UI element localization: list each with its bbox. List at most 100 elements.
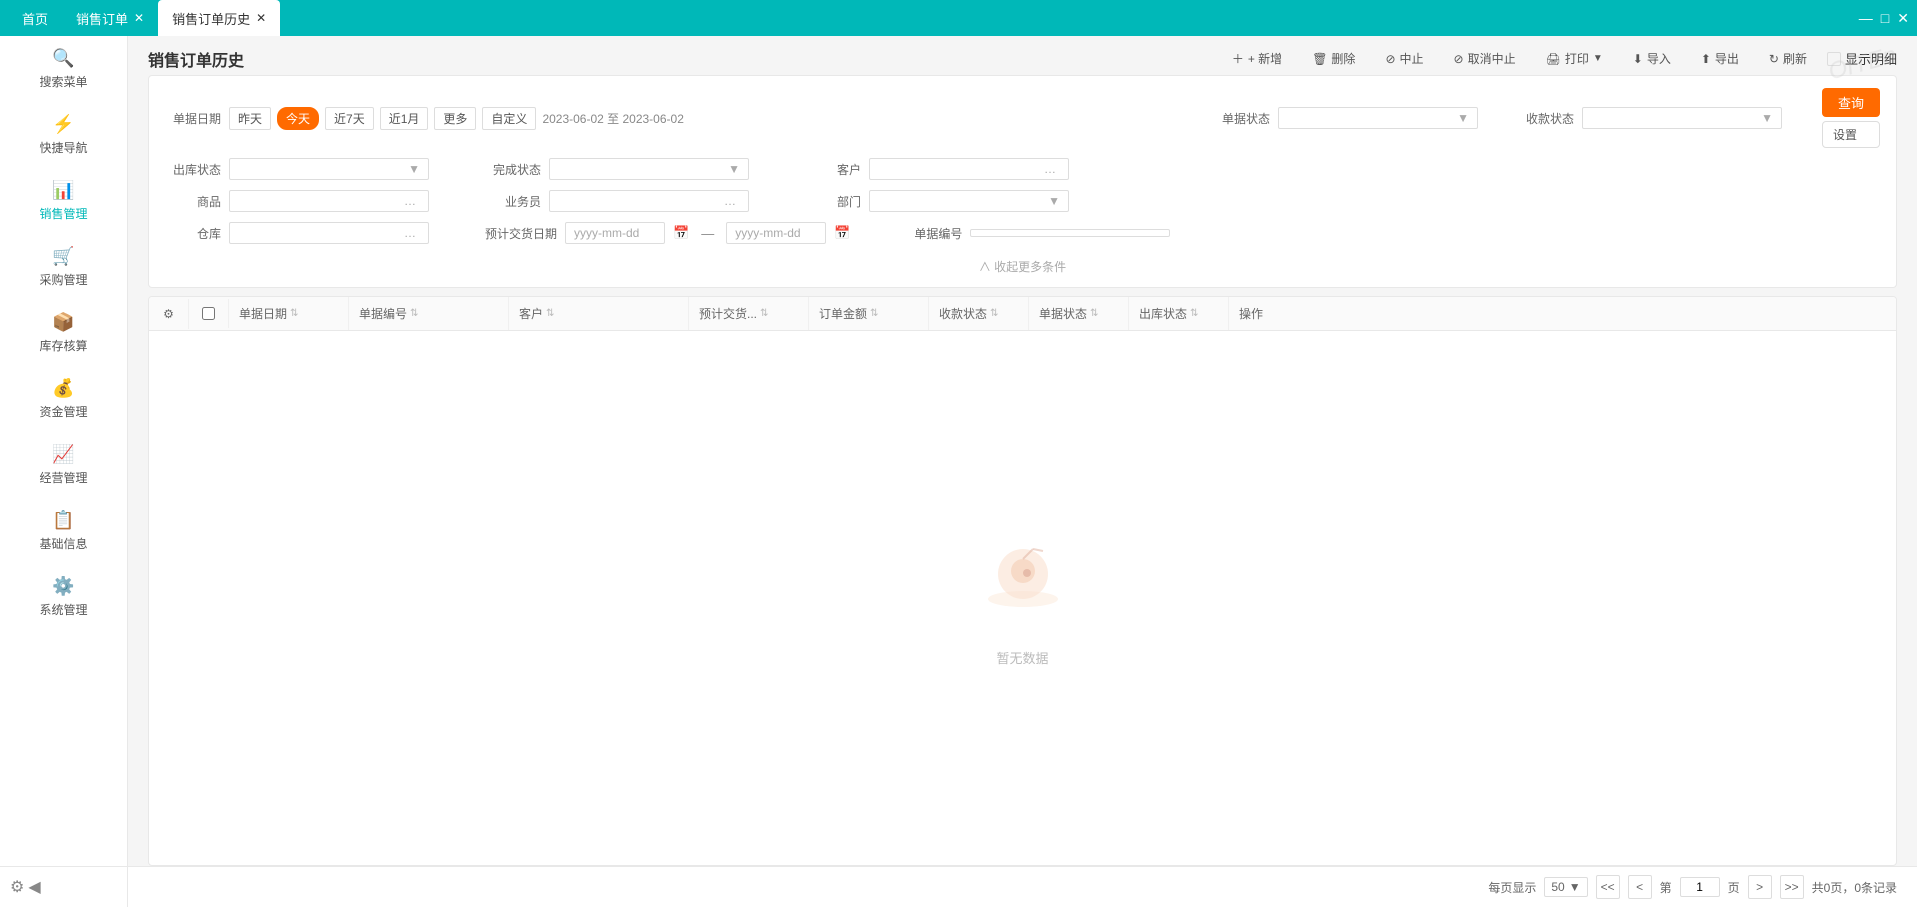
sort-delivery-icon: ⇅ (760, 308, 768, 319)
date-btn-more[interactable]: 更多 (434, 107, 476, 130)
sidebar-item-search-menu[interactable]: 🔍 搜索菜单 (0, 36, 127, 102)
select-all-checkbox[interactable] (202, 307, 215, 320)
print-button[interactable]: 🖨 打印 ▼ (1536, 46, 1613, 71)
cal-end-icon[interactable]: 📅 (834, 225, 850, 241)
prev-page-button[interactable]: < (1628, 875, 1652, 899)
th-pay-status[interactable]: 收款状态 ⇅ (929, 297, 1029, 330)
refresh-button[interactable]: ↻ 刷新 (1759, 46, 1817, 71)
delivery-date-label: 预计交货日期 (485, 225, 557, 242)
page-title: 销售订单历史 (148, 47, 244, 71)
close-tab-sales-order[interactable]: ✕ (134, 11, 144, 25)
search-menu-icon: 🔍 (52, 48, 74, 69)
filter-row-2: 出库状态 ▼ 完成状态 ▼ 客户 … (165, 158, 1880, 180)
main-layout: 🔍 搜索菜单 ⚡ 快捷导航 📊 销售管理 🛒 采购管理 📦 库存核算 💰 资金管… (0, 36, 1917, 907)
base-info-icon: 📋 (52, 510, 74, 531)
th-date[interactable]: 单据日期 ⇅ (229, 297, 349, 330)
doc-status-group: 单据状态 ▼ (1214, 107, 1478, 129)
empty-svg (973, 529, 1073, 629)
total-records-label: 共0页，0条记录 (1812, 879, 1897, 896)
sidebar-item-quick-nav[interactable]: ⚡ 快捷导航 (0, 102, 127, 168)
date-btn-today[interactable]: 今天 (277, 107, 319, 130)
doc-status-arrow-icon: ▼ (1449, 111, 1469, 125)
date-btn-7days[interactable]: 近7天 (325, 107, 374, 130)
tab-sales-order-history[interactable]: 销售订单历史 ✕ (158, 0, 280, 36)
tab-home[interactable]: 首页 (8, 0, 62, 36)
sidebar-item-sys-mgmt[interactable]: ⚙️ 系统管理 (0, 564, 127, 630)
th-client[interactable]: 客户 ⇅ (509, 297, 689, 330)
toolbar: ＋ + 新增 🗑 删除 ⊘ 中止 ⊘ 取消中止 🖨 打印 (1222, 46, 1897, 71)
th-out-status[interactable]: 出库状态 ⇅ (1129, 297, 1229, 330)
th-doc-status[interactable]: 单据状态 ⇅ (1029, 297, 1129, 330)
page-number-input[interactable] (1680, 877, 1720, 897)
collapse-filters-button[interactable]: ∧ 收起更多条件 (165, 254, 1880, 275)
sidebar-item-operations[interactable]: 📈 经营管理 (0, 432, 127, 498)
settings-button[interactable]: 设置 (1822, 121, 1880, 148)
date-btn-yesterday[interactable]: 昨天 (229, 107, 271, 130)
out-status-label: 出库状态 (165, 161, 221, 178)
doc-num-label: 单据编号 (906, 225, 962, 242)
table-header: ⚙ 单据日期 ⇅ 单据编号 ⇅ 客户 ⇅ 预计交货... (149, 297, 1896, 331)
sidebar-item-inventory[interactable]: 📦 库存核算 (0, 300, 127, 366)
dept-select[interactable]: ▼ (869, 190, 1069, 212)
product-dots-icon[interactable]: … (400, 194, 420, 208)
maximize-button[interactable]: □ (1881, 10, 1889, 26)
sort-num-icon: ⇅ (410, 308, 418, 319)
salesperson-dots-icon[interactable]: … (720, 194, 740, 208)
th-delivery[interactable]: 预计交货... ⇅ (689, 297, 809, 330)
stop-button[interactable]: ⊘ 中止 (1375, 46, 1433, 71)
customer-input[interactable]: … (869, 158, 1069, 180)
doc-num-input[interactable] (970, 229, 1170, 237)
product-label: 商品 (165, 193, 221, 210)
last-page-button[interactable]: >> (1780, 875, 1804, 899)
complete-status-select[interactable]: ▼ (549, 158, 749, 180)
cal-start-icon[interactable]: 📅 (673, 225, 689, 241)
th-amount[interactable]: 订单金额 ⇅ (809, 297, 929, 330)
date-btn-1month[interactable]: 近1月 (380, 107, 429, 130)
sort-amount-icon: ⇅ (870, 308, 878, 319)
delivery-date-end[interactable]: yyyy-mm-dd (726, 222, 826, 244)
settings-bottom-icon[interactable]: ⚙ (10, 877, 24, 897)
sidebar-item-purchase-mgmt[interactable]: 🛒 采购管理 (0, 234, 127, 300)
quick-nav-icon: ⚡ (52, 114, 74, 135)
customer-dots-icon[interactable]: … (1040, 162, 1060, 176)
th-num[interactable]: 单据编号 ⇅ (349, 297, 509, 330)
next-page-button[interactable]: > (1748, 875, 1772, 899)
sort-client-icon: ⇅ (546, 308, 554, 319)
page-size-select[interactable]: 50 ▼ (1544, 877, 1587, 897)
th-settings[interactable]: ⚙ (149, 299, 189, 329)
collapse-sidebar-icon[interactable]: ◀ (28, 877, 40, 897)
export-button[interactable]: ⬆ 导出 (1691, 46, 1749, 71)
th-checkbox[interactable] (189, 299, 229, 328)
minimize-button[interactable]: — (1859, 10, 1873, 26)
sidebar-item-finance[interactable]: 💰 资金管理 (0, 366, 127, 432)
cancel-stop-button[interactable]: ⊘ 取消中止 (1444, 46, 1526, 71)
tab-sales-order[interactable]: 销售订单 ✕ (62, 0, 158, 36)
complete-status-label: 完成状态 (485, 161, 541, 178)
new-button[interactable]: ＋ + 新增 (1222, 46, 1292, 71)
window-controls: — □ ✕ (1859, 10, 1909, 27)
close-button[interactable]: ✕ (1897, 10, 1909, 27)
import-button[interactable]: ⬇ 导入 (1623, 46, 1681, 71)
doc-status-select[interactable]: ▼ (1278, 107, 1478, 129)
salesperson-input[interactable]: … (549, 190, 749, 212)
product-input[interactable]: … (229, 190, 429, 212)
first-page-button[interactable]: << (1596, 875, 1620, 899)
delivery-date-start[interactable]: yyyy-mm-dd (565, 222, 665, 244)
sidebar-item-sales-mgmt[interactable]: 📊 销售管理 (0, 168, 127, 234)
complete-status-arrow-icon: ▼ (720, 162, 740, 176)
out-status-select[interactable]: ▼ (229, 158, 429, 180)
sort-out-status-icon: ⇅ (1190, 308, 1198, 319)
warehouse-input[interactable]: … (229, 222, 429, 244)
filter-row-4: 仓库 … 预计交货日期 yyyy-mm-dd 📅 — yyyy-mm-dd 📅 … (165, 222, 1880, 244)
close-tab-sales-order-history[interactable]: ✕ (256, 11, 266, 25)
sidebar: 🔍 搜索菜单 ⚡ 快捷导航 📊 销售管理 🛒 采购管理 📦 库存核算 💰 资金管… (0, 36, 128, 907)
sidebar-item-base-info[interactable]: 📋 基础信息 (0, 498, 127, 564)
pay-status-select[interactable]: ▼ (1582, 107, 1782, 129)
warehouse-dots-icon[interactable]: … (400, 226, 420, 240)
delete-button[interactable]: 🗑 删除 (1302, 46, 1365, 71)
display-cols-checkbox[interactable] (1827, 52, 1841, 66)
date-btn-custom[interactable]: 自定义 (482, 107, 536, 130)
filter-row-3: 商品 … 业务员 … 部门 ▼ (165, 190, 1880, 212)
filter-row-1: 单据日期 昨天 今天 近7天 近1月 更多 自定义 2023-06-02 至 2… (165, 88, 1880, 148)
query-button[interactable]: 查询 (1822, 88, 1880, 117)
